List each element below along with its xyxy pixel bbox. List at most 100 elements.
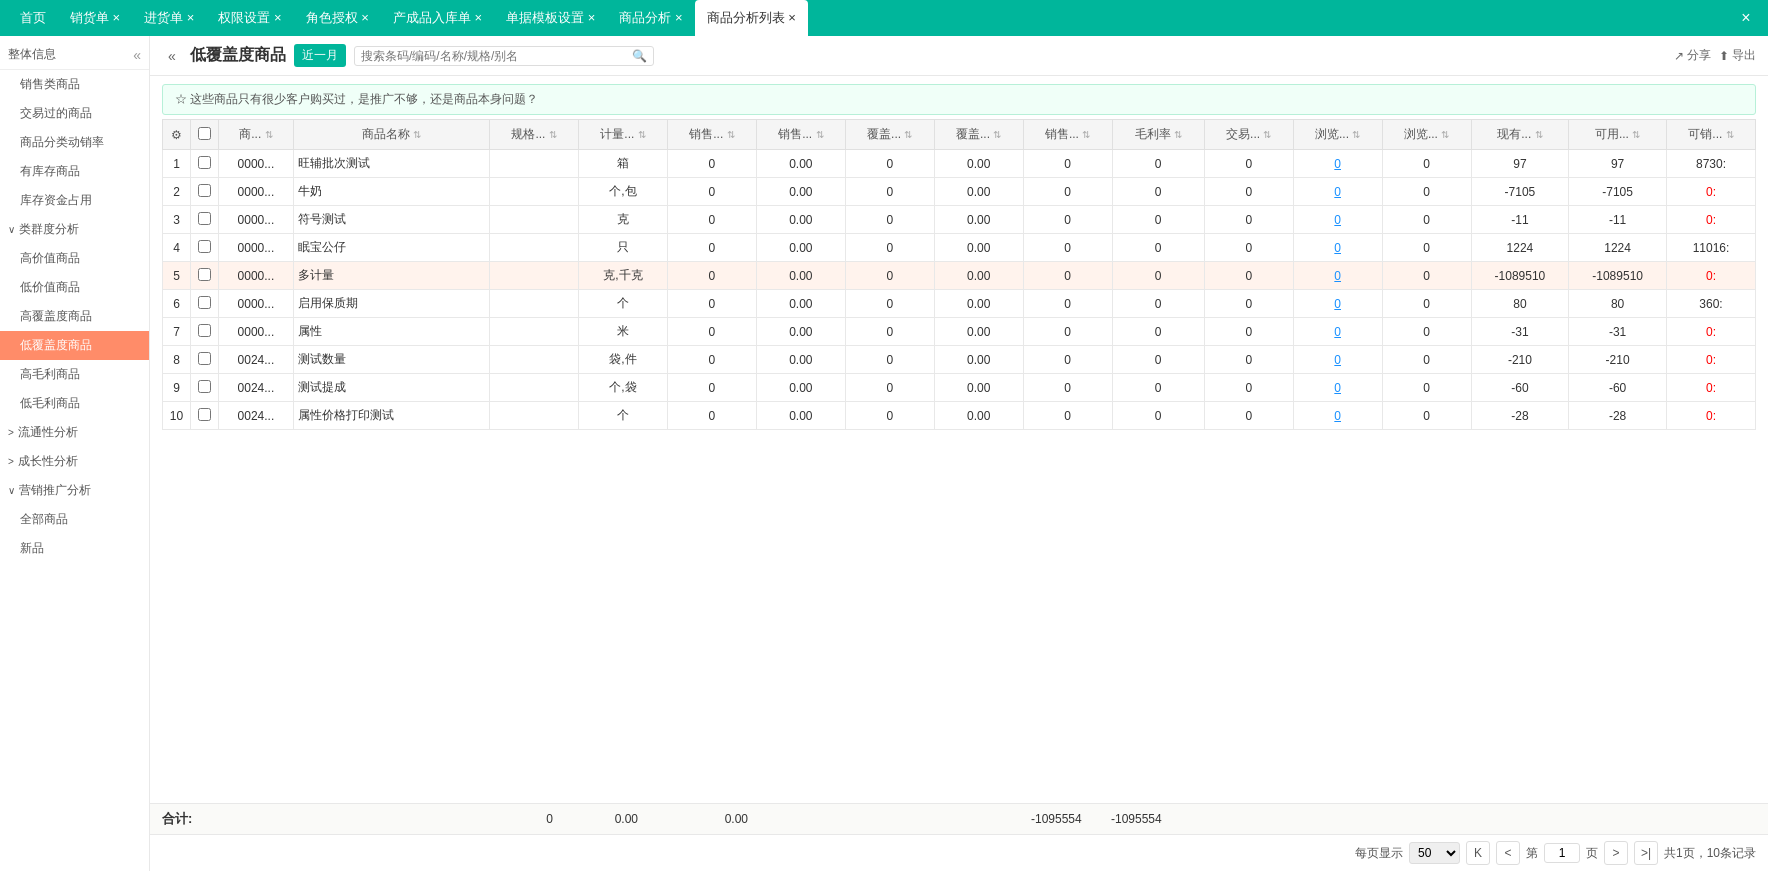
row-select-checkbox[interactable]: [198, 268, 211, 281]
select-all-checkbox[interactable]: [198, 127, 211, 140]
row-cov2: 0.00: [934, 318, 1023, 346]
sidebar-item-low-value[interactable]: 低价值商品: [0, 273, 149, 302]
sidebar-item-sales-goods[interactable]: 销售类商品: [0, 70, 149, 99]
row-cov2: 0.00: [934, 374, 1023, 402]
first-page-button[interactable]: K: [1466, 841, 1490, 865]
row-sale3: 0: [1023, 374, 1112, 402]
nav-sales[interactable]: 销货单 ×: [58, 0, 132, 36]
sidebar-group-sku[interactable]: ∨ 类群度分析: [0, 215, 149, 244]
nav-permission[interactable]: 权限设置 ×: [206, 0, 293, 36]
nav-analysis[interactable]: 商品分析 ×: [607, 0, 694, 36]
per-page-select[interactable]: 50 20 100: [1409, 842, 1460, 864]
close-window-button[interactable]: ×: [1732, 4, 1760, 32]
view-link[interactable]: 0: [1334, 157, 1341, 171]
row-checkbox[interactable]: [191, 374, 219, 402]
row-checkbox[interactable]: [191, 290, 219, 318]
search-icon[interactable]: 🔍: [632, 49, 647, 63]
sidebar-item-low-coverage[interactable]: 低覆盖度商品: [0, 331, 149, 360]
row-view1[interactable]: 0: [1293, 178, 1382, 206]
row-checkbox[interactable]: [191, 318, 219, 346]
page-number-input[interactable]: [1544, 843, 1580, 863]
sidebar-group-promote[interactable]: ∨ 营销推广分析: [0, 476, 149, 505]
view-link[interactable]: 0: [1334, 269, 1341, 283]
view-link[interactable]: 0: [1334, 353, 1341, 367]
row-select-checkbox[interactable]: [198, 352, 211, 365]
row-view1[interactable]: 0: [1293, 374, 1382, 402]
row-view1[interactable]: 0: [1293, 346, 1382, 374]
view-link[interactable]: 0: [1334, 381, 1341, 395]
row-spec: [490, 290, 579, 318]
row-select-checkbox[interactable]: [198, 296, 211, 309]
view-link[interactable]: 0: [1334, 185, 1341, 199]
sidebar-collapse-icon[interactable]: «: [133, 47, 141, 63]
search-input[interactable]: [361, 49, 632, 63]
row-checkbox[interactable]: [191, 234, 219, 262]
last-page-button[interactable]: >|: [1634, 841, 1658, 865]
row-view1[interactable]: 0: [1293, 150, 1382, 178]
row-gross: 0: [1112, 178, 1204, 206]
row-view1[interactable]: 0: [1293, 234, 1382, 262]
view-link[interactable]: 0: [1334, 325, 1341, 339]
date-filter-button[interactable]: 近一月: [294, 44, 346, 67]
row-select-checkbox[interactable]: [198, 324, 211, 337]
row-select-checkbox[interactable]: [198, 240, 211, 253]
nav-home[interactable]: 首页: [8, 0, 58, 36]
view-link[interactable]: 0: [1334, 297, 1341, 311]
row-num: 8: [163, 346, 191, 374]
sidebar-group-flow[interactable]: > 流通性分析: [0, 418, 149, 447]
sidebar-group-growth[interactable]: > 成长性分析: [0, 447, 149, 476]
row-spec: [490, 178, 579, 206]
nav-role[interactable]: 角色授权 ×: [294, 0, 381, 36]
col-settings[interactable]: ⚙: [163, 120, 191, 150]
row-checkbox[interactable]: [191, 178, 219, 206]
row-select-checkbox[interactable]: [198, 184, 211, 197]
row-sale3: 0: [1023, 402, 1112, 430]
sidebar-item-in-stock[interactable]: 有库存商品: [0, 157, 149, 186]
row-select-checkbox[interactable]: [198, 212, 211, 225]
row-num: 1: [163, 150, 191, 178]
row-view1[interactable]: 0: [1293, 262, 1382, 290]
row-gross: 0: [1112, 374, 1204, 402]
row-sale-amt: 0.00: [756, 150, 845, 178]
row-unit: 袋,件: [579, 346, 668, 374]
search-box: 🔍: [354, 46, 654, 66]
table-wrapper[interactable]: ⚙ 商... ⇅ 商品名称 ⇅ 规格... ⇅ 计量... ⇅ 销售... ⇅ …: [150, 119, 1768, 803]
col-checkbox[interactable]: [191, 120, 219, 150]
row-view1[interactable]: 0: [1293, 206, 1382, 234]
view-link[interactable]: 0: [1334, 213, 1341, 227]
sidebar-item-high-value[interactable]: 高价值商品: [0, 244, 149, 273]
row-checkbox[interactable]: [191, 206, 219, 234]
sidebar-item-category-rate[interactable]: 商品分类动销率: [0, 128, 149, 157]
row-sale-amt: 0.00: [756, 178, 845, 206]
row-checkbox[interactable]: [191, 262, 219, 290]
nav-analysis-list[interactable]: 商品分析列表 ×: [695, 0, 808, 36]
row-checkbox[interactable]: [191, 346, 219, 374]
row-cov2: 0.00: [934, 206, 1023, 234]
prev-page-button[interactable]: <: [1496, 841, 1520, 865]
view-link[interactable]: 0: [1334, 409, 1341, 423]
sidebar-item-high-profit[interactable]: 高毛利商品: [0, 360, 149, 389]
row-checkbox[interactable]: [191, 150, 219, 178]
row-select-checkbox[interactable]: [198, 380, 211, 393]
sidebar-item-high-coverage[interactable]: 高覆盖度商品: [0, 302, 149, 331]
row-checkbox[interactable]: [191, 402, 219, 430]
sidebar-item-traded-goods[interactable]: 交易过的商品: [0, 99, 149, 128]
sidebar-toggle-button[interactable]: «: [162, 46, 182, 66]
row-view1[interactable]: 0: [1293, 290, 1382, 318]
sidebar-item-capital[interactable]: 库存资金占用: [0, 186, 149, 215]
row-view1[interactable]: 0: [1293, 402, 1382, 430]
sidebar-item-new-goods[interactable]: 新品: [0, 534, 149, 563]
sidebar-item-low-profit[interactable]: 低毛利商品: [0, 389, 149, 418]
nav-purchase[interactable]: 进货单 ×: [132, 0, 206, 36]
row-select-checkbox[interactable]: [198, 156, 211, 169]
nav-template[interactable]: 单据模板设置 ×: [494, 0, 607, 36]
view-link[interactable]: 0: [1334, 241, 1341, 255]
nav-warehouse[interactable]: 产成品入库单 ×: [381, 0, 494, 36]
row-view1[interactable]: 0: [1293, 318, 1382, 346]
share-button[interactable]: ↗ 分享: [1674, 47, 1711, 64]
export-button[interactable]: ⬆ 导出: [1719, 47, 1756, 64]
row-gross: 0: [1112, 234, 1204, 262]
next-page-button[interactable]: >: [1604, 841, 1628, 865]
sidebar-item-all-goods[interactable]: 全部商品: [0, 505, 149, 534]
row-select-checkbox[interactable]: [198, 408, 211, 421]
